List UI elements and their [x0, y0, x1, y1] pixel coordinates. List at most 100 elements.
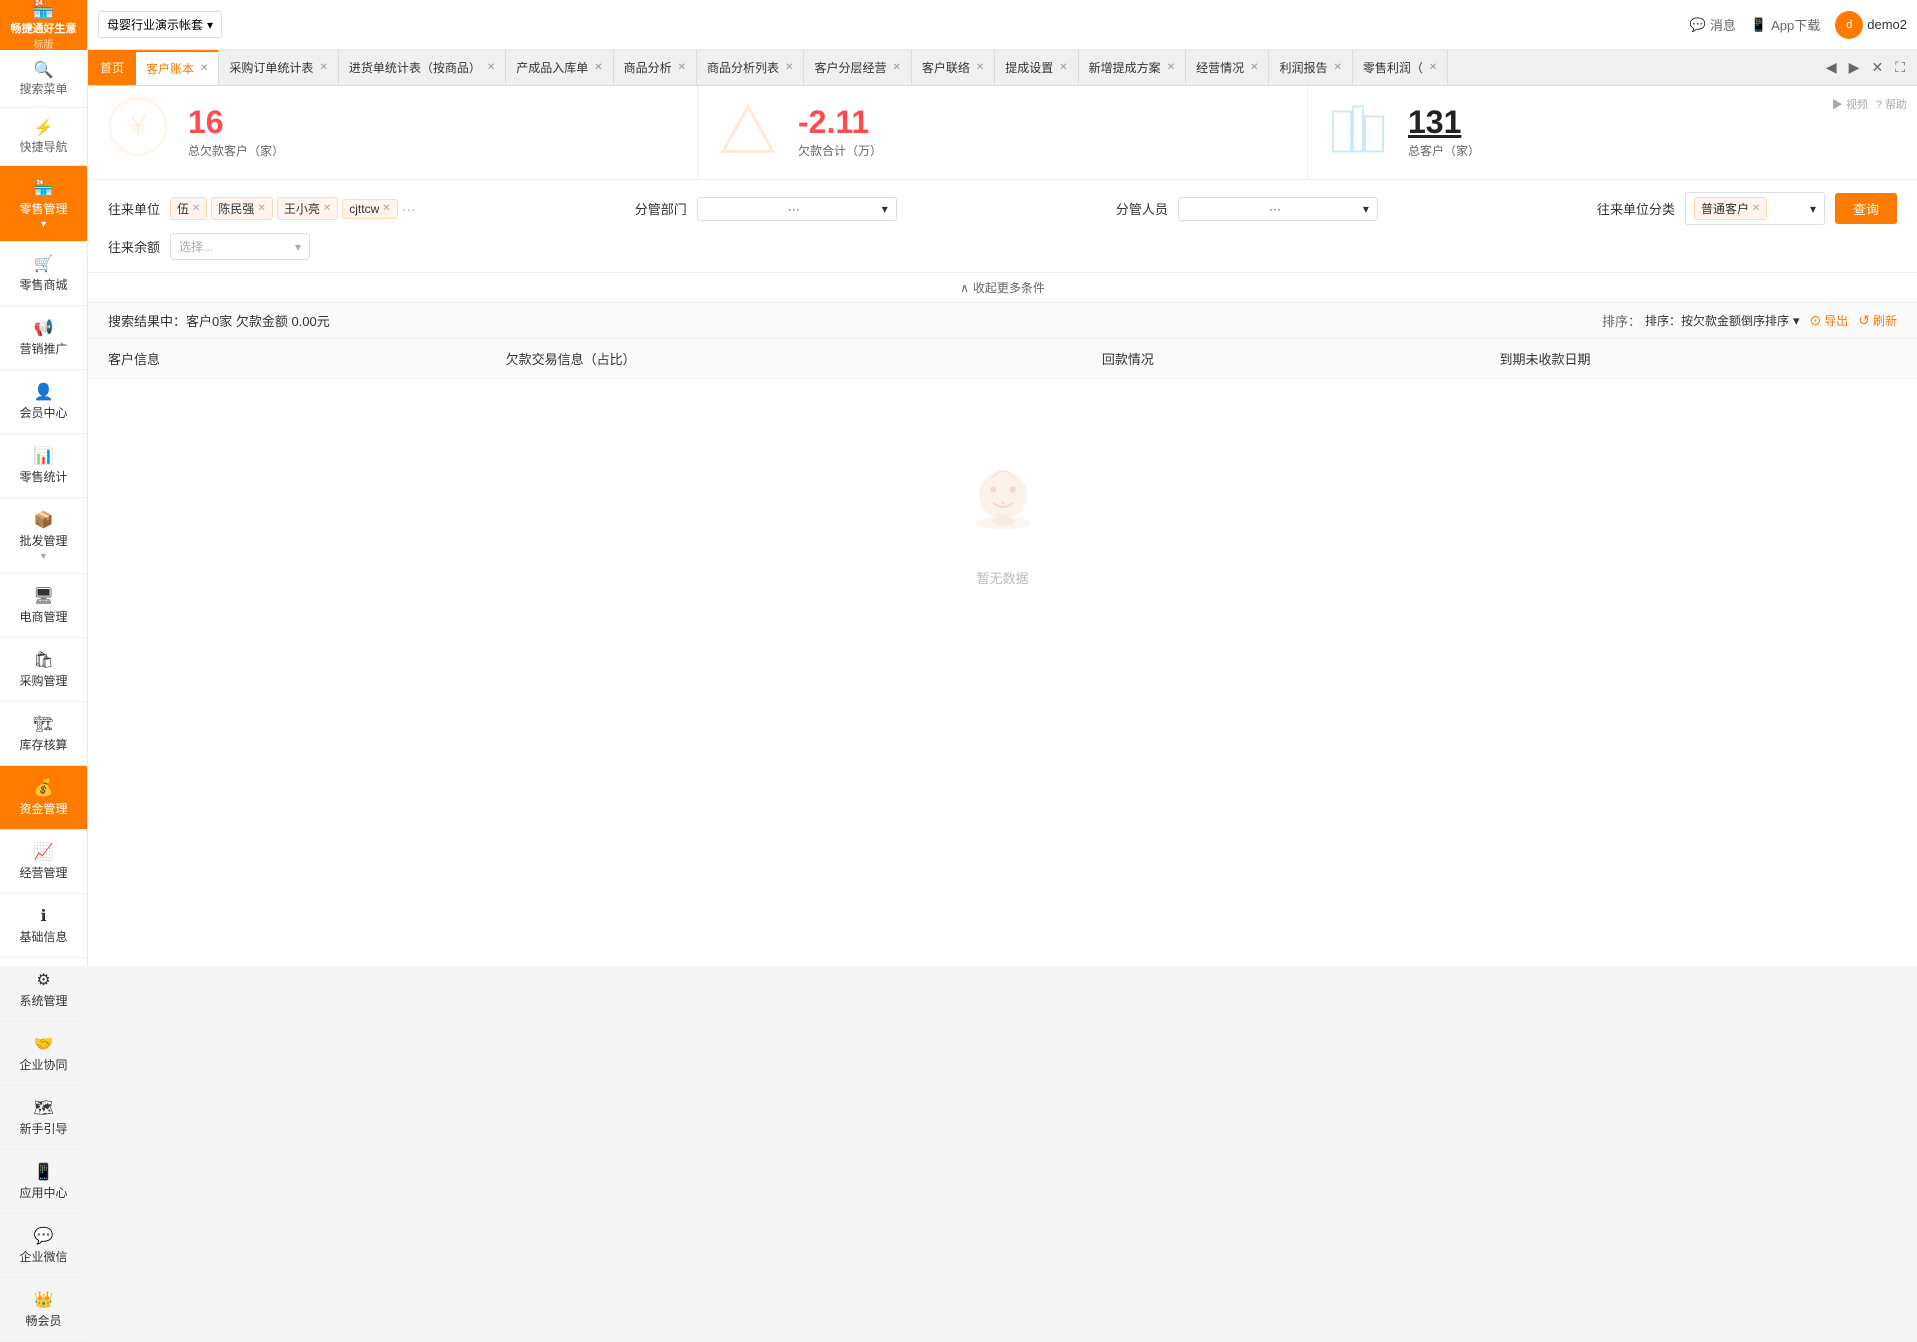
sidebar-item-ecommerce[interactable]: 🖥 电商管理 [0, 574, 87, 638]
stat-debt-info: -2.11 欠款合计（万） [798, 106, 882, 159]
filter-dept-dots: ··· [788, 202, 800, 216]
sidebar-item-basic[interactable]: ℹ 基础信息 [0, 894, 87, 958]
tab-product-analysis-close[interactable]: ✕ [678, 62, 686, 73]
filter-tag-unit-2-close[interactable]: ✕ [323, 203, 331, 214]
filter-tag-unit-3-label: cjttcw [349, 202, 379, 216]
tab-prev-btn[interactable]: ◀ [1822, 57, 1841, 78]
tab-new-achievement[interactable]: 新增提成方案 ✕ [1079, 50, 1186, 85]
filter-tag-unit-3-close[interactable]: ✕ [382, 203, 390, 214]
message-btn[interactable]: 💬 消息 [1690, 15, 1736, 34]
app-icon: 📱 [1751, 17, 1767, 33]
filter-more-btn[interactable]: ··· [402, 201, 416, 217]
sidebar-item-guide[interactable]: 🗺 新手引导 [0, 1086, 87, 1150]
help-btn[interactable]: ? 帮助 [1876, 96, 1907, 112]
video-help-btn[interactable]: ▶ 视频 [1832, 96, 1868, 112]
page-content: ¥ 16 总欠款客户（家） -2.11 欠款合计（万） [88, 86, 1917, 966]
tab-retail-profit-close[interactable]: ✕ [1429, 62, 1437, 73]
tab-customer-tier-close[interactable]: ✕ [892, 62, 900, 73]
sidebar-item-wholesale[interactable]: 📦 批发管理 ▼ [0, 498, 87, 574]
tab-operation-close[interactable]: ✕ [1250, 62, 1258, 73]
table-col-payment: 回款情况 [1102, 349, 1500, 368]
filter-tag-unit-3[interactable]: cjttcw ✕ [342, 199, 397, 219]
app-download-btn[interactable]: 📱 App下载 [1751, 15, 1820, 34]
tab-operation[interactable]: 经营情况 ✕ [1186, 50, 1269, 85]
tab-product-analysis[interactable]: 商品分析 ✕ [614, 50, 697, 85]
tab-product-analysis-list-close[interactable]: ✕ [785, 62, 793, 73]
tab-profit-report-close[interactable]: ✕ [1334, 62, 1342, 73]
stat-customers-info: 16 总欠款客户（家） [188, 106, 284, 159]
tab-purchase-stat-close[interactable]: ✕ [487, 62, 495, 73]
sidebar: 🏪 畅捷通好生意 标版 🔍 搜索菜单 ⚡ 快捷导航 🏪 零售管理 ▼ 🛒 零售商… [0, 0, 88, 966]
query-btn[interactable]: 查询 [1835, 193, 1897, 224]
tab-next-btn[interactable]: ▶ [1845, 57, 1864, 78]
sidebar-item-purchase[interactable]: 🛍 采购管理 [0, 638, 87, 702]
tab-purchase-stat[interactable]: 进货单统计表（按商品） ✕ [339, 50, 506, 85]
tab-remind-setting[interactable]: 提成设置 ✕ [995, 50, 1078, 85]
user-menu[interactable]: d demo2 [1835, 11, 1907, 39]
sidebar-item-enterprise[interactable]: 🤝 企业协同 [0, 1022, 87, 1086]
filter-balance-select[interactable]: 选择... ▾ [170, 233, 310, 260]
tab-customer-contact[interactable]: 客户联络 ✕ [912, 50, 995, 85]
tab-home[interactable]: 首页 [88, 50, 136, 85]
filter-row-unit: 往来单位 伍 ✕ 陈民强 ✕ 王小亮 ✕ cjttcw [108, 192, 1897, 225]
sidebar-item-search[interactable]: 🔍 搜索菜单 [0, 50, 87, 108]
tab-new-achievement-close[interactable]: ✕ [1167, 62, 1175, 73]
sidebar-item-finance[interactable]: 💰 资金管理 [0, 766, 87, 830]
filter-unit-class-select[interactable]: 普通客户 ✕ ▾ [1685, 192, 1825, 225]
empty-label: 暂无数据 [976, 568, 1028, 587]
filter-tag-unit-1[interactable]: 陈民强 ✕ [211, 197, 272, 220]
tab-maximize-btn[interactable]: ⛶ [1891, 57, 1909, 78]
sidebar-item-inventory[interactable]: 🏗 库存核算 [0, 702, 87, 766]
filter-unit-class-tag-close[interactable]: ✕ [1752, 203, 1760, 214]
tab-purchase-order-close[interactable]: ✕ [319, 62, 327, 73]
filter-balance-placeholder: 选择... [179, 238, 213, 255]
tab-account-close[interactable]: ✕ [200, 63, 208, 74]
tab-customer-contact-close[interactable]: ✕ [976, 62, 984, 73]
sort-selector[interactable]: 排序： 排序：按欠款金额倒序排序 ▾ [1602, 311, 1800, 330]
sidebar-item-operation-mgmt[interactable]: 📈 经营管理 [0, 830, 87, 894]
collapse-icon: ∧ [960, 281, 969, 295]
tab-cost-in[interactable]: 产成品入库单 ✕ [506, 50, 613, 85]
tab-customer-tier[interactable]: 客户分层经营 ✕ [804, 50, 911, 85]
sidebar-operation-mgmt-label: 经营管理 [19, 864, 67, 881]
sort-value: 排序：按欠款金额倒序排序 [1645, 312, 1789, 329]
sidebar-item-retail[interactable]: 🏪 零售管理 ▼ [0, 166, 87, 242]
collapse-bar[interactable]: ∧ 收起更多条件 [88, 273, 1917, 303]
stat-debt-value: -2.11 [798, 106, 882, 138]
sidebar-item-marketing[interactable]: 📢 营销推广 [0, 306, 87, 370]
sidebar-retail-stat-label: 零售统计 [19, 468, 67, 485]
user-avatar: d [1835, 11, 1863, 39]
tab-close-all-btn[interactable]: ✕ [1867, 57, 1887, 78]
tab-product-analysis-list[interactable]: 商品分析列表 ✕ [697, 50, 804, 85]
sidebar-item-retail-mall[interactable]: 🛒 零售商城 [0, 242, 87, 306]
empty-icon [963, 459, 1043, 558]
filter-tag-unit-1-close[interactable]: ✕ [257, 203, 265, 214]
sidebar-inventory-label: 库存核算 [19, 736, 67, 753]
filter-person-select[interactable]: ··· ▾ [1178, 197, 1378, 221]
tab-remind-setting-close[interactable]: ✕ [1059, 62, 1067, 73]
sidebar-item-retail-stat[interactable]: 📊 零售统计 [0, 434, 87, 498]
tab-retail-profit[interactable]: 零售利润（ ✕ [1353, 50, 1448, 85]
refresh-btn[interactable]: ↺ 刷新 [1858, 312, 1897, 329]
sidebar-item-member[interactable]: 👤 会员中心 [0, 370, 87, 434]
sidebar-item-app-center[interactable]: 📱 应用中心 [0, 1150, 87, 1214]
tab-account[interactable]: 客户账本 ✕ [136, 50, 219, 85]
tabbar-actions: ◀ ▶ ✕ ⛶ [1814, 50, 1917, 85]
account-selector[interactable]: 母婴行业演示帐套 ▾ [98, 11, 222, 38]
tab-cost-in-close[interactable]: ✕ [594, 62, 602, 73]
sidebar-item-quick-nav[interactable]: ⚡ 快捷导航 [0, 108, 87, 166]
filter-dept-select[interactable]: ··· ▾ [697, 197, 897, 221]
tab-purchase-order[interactable]: 采购订单统计表 ✕ [219, 50, 338, 85]
export-btn[interactable]: ⊙ 导出 [1810, 312, 1849, 329]
filter-tag-unit-2[interactable]: 王小亮 ✕ [277, 197, 338, 220]
sidebar-item-vip[interactable]: 👑 畅会员 [0, 1278, 87, 1342]
sidebar-item-wechat[interactable]: 💬 企业微信 [0, 1214, 87, 1278]
filter-dept-label: 分管部门 [635, 199, 687, 218]
tab-purchase-stat-label: 进货单统计表（按商品） [349, 59, 481, 76]
tab-product-analysis-label: 商品分析 [624, 59, 672, 76]
tab-profit-report[interactable]: 利润报告 ✕ [1269, 50, 1352, 85]
sort-arrow: ▾ [1793, 313, 1800, 329]
sidebar-item-system[interactable]: ⚙ 系统管理 [0, 958, 87, 1022]
filter-tag-unit-0-close[interactable]: ✕ [192, 203, 200, 214]
filter-tag-unit-0[interactable]: 伍 ✕ [170, 197, 207, 220]
